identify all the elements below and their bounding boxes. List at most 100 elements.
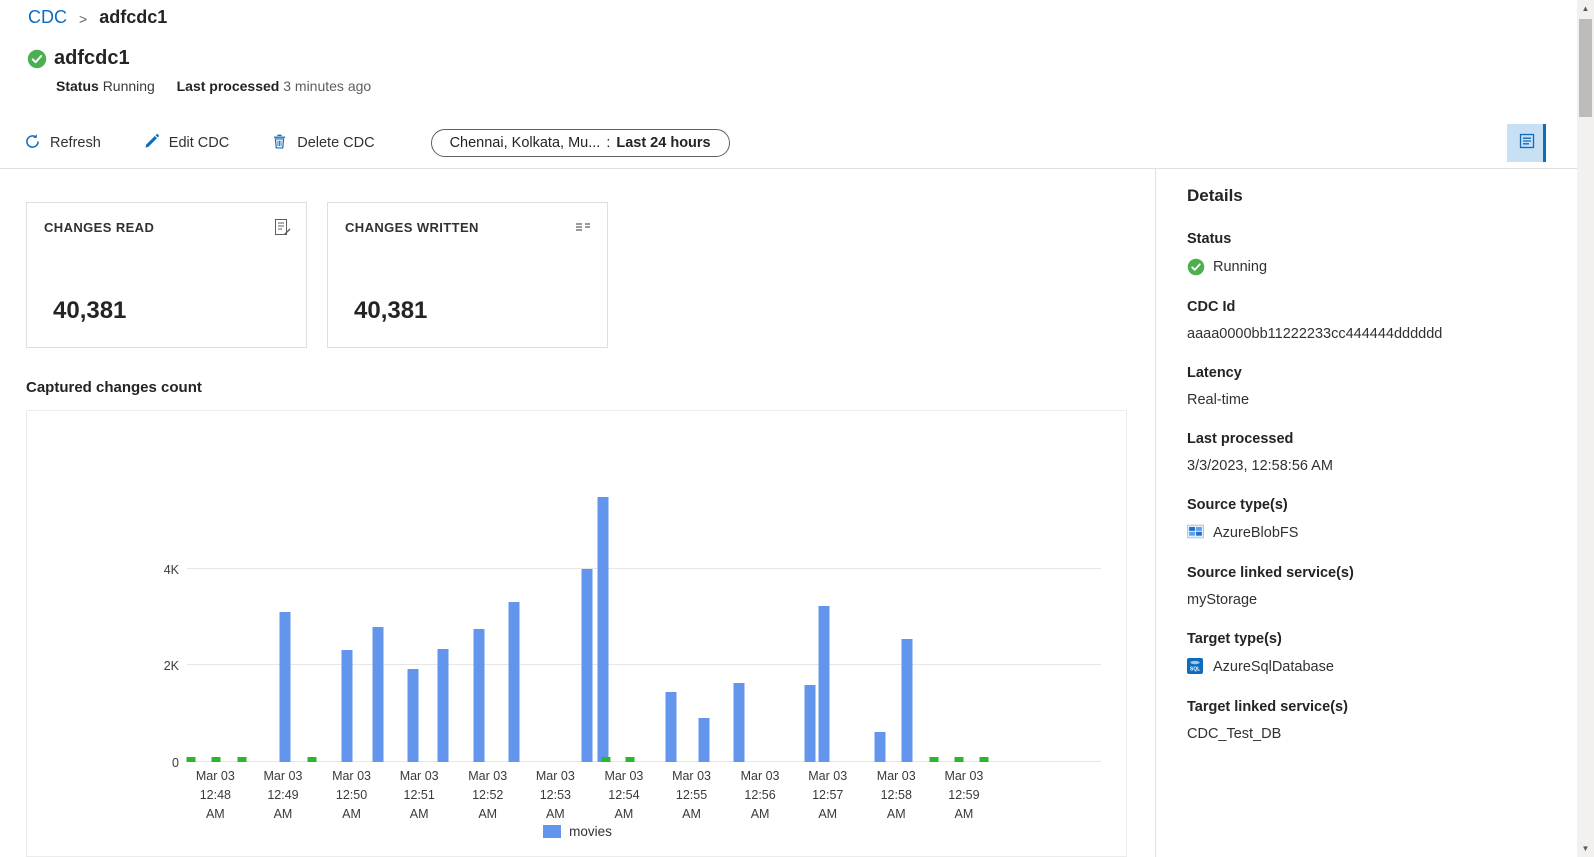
blob-storage-icon [1187,524,1205,542]
x-tick-label: Mar 03 12:48 AM [196,767,235,824]
breadcrumb-separator: > [79,11,87,27]
bar-movies [597,497,608,762]
bar-movies [819,606,830,762]
gridline [187,761,1101,762]
scrollbar-up-arrow[interactable]: ▲ [1577,0,1594,17]
list-icon [573,217,593,242]
detail-label: Latency [1187,365,1567,381]
scrollbar-down-arrow[interactable]: ▼ [1577,840,1594,857]
gridline [187,664,1101,665]
bar-movies [437,649,448,762]
report-icon [272,217,292,242]
cdc-monitor-page: CDC > adfcdc1 adfcdc1 Status Running Las… [0,0,1594,857]
y-tick-label: 2K [141,659,179,673]
detail-label: Last processed [1187,431,1567,447]
x-tick-label: Mar 03 12:55 AM [672,767,711,824]
detail-label: Source type(s) [1187,497,1567,513]
toolbar: Refresh Edit CDC Delete CDC Chennai, Kol… [0,118,1594,169]
detail-label: Target linked service(s) [1187,699,1567,715]
x-tick-label: Mar 03 12:58 AM [877,767,916,824]
header-status-line: Status Running Last processed 3 minutes … [56,78,371,94]
captured-changes-chart: 02K4K Mar 03 12:48 AMMar 03 12:49 AMMar … [26,410,1127,857]
baseline-marker [626,757,635,762]
status-value: Running [103,78,155,94]
last-processed-label: Last processed [177,78,280,94]
pencil-icon [143,133,160,154]
bar-movies [373,627,384,762]
baseline-marker [955,757,964,762]
trash-icon [271,133,288,154]
bar-movies [341,650,352,762]
card-title: CHANGES READ [44,220,154,235]
page-header: adfcdc1 [27,47,130,70]
filter-separator: : [606,135,610,151]
detail-value: CDC_Test_DB [1187,726,1567,742]
edit-cdc-label: Edit CDC [169,135,229,151]
filter-range-text: Last 24 hours [616,135,710,151]
status-label: Status [56,78,99,94]
last-processed-value: 3 minutes ago [283,78,371,94]
detail-field-target-linked-service: Target linked service(s) CDC_Test_DB [1187,699,1567,742]
bar-movies [279,612,290,762]
details-pane-toggle-button[interactable] [1507,124,1546,162]
detail-value: Real-time [1187,392,1567,408]
detail-value: Running [1213,259,1267,275]
detail-field-source-type: Source type(s) AzureBlobFS [1187,497,1567,542]
x-tick-label: Mar 03 12:59 AM [944,767,983,824]
edit-cdc-button[interactable]: Edit CDC [139,127,233,160]
breadcrumb-cdc-link[interactable]: CDC [28,7,67,28]
detail-value: myStorage [1187,592,1567,608]
card-title: CHANGES WRITTEN [345,220,479,235]
x-tick-label: Mar 03 12:57 AM [808,767,847,824]
baseline-marker [308,757,317,762]
baseline-marker [186,757,195,762]
x-tick-label: Mar 03 12:51 AM [400,767,439,824]
changes-read-card: CHANGES READ 40,381 [26,202,307,348]
detail-label: Target type(s) [1187,631,1567,647]
success-icon [27,49,47,69]
time-filter-pill[interactable]: Chennai, Kolkata, Mu... : Last 24 hours [431,129,730,157]
baseline-marker [237,757,246,762]
refresh-icon [24,133,41,154]
page-title: adfcdc1 [54,47,130,70]
chart-xaxis: Mar 03 12:48 AM Mar 03 12:49 AM Mar 03 12:… [27,767,1128,825]
detail-field-last-processed: Last processed 3/3/2023, 12:58:56 AM [1187,431,1567,474]
x-tick-label: Mar 03 12:50 AM [332,767,371,824]
bar-movies [805,685,816,762]
y-tick-label: 4K [141,563,179,577]
vertical-scrollbar[interactable]: ▲ ▼ [1577,0,1594,857]
breadcrumb-current: adfcdc1 [99,7,167,28]
bar-movies [407,669,418,762]
detail-field-latency: Latency Real-time [1187,365,1567,408]
baseline-marker [601,757,610,762]
delete-cdc-button[interactable]: Delete CDC [267,127,378,160]
details-panel: Details Status Running CDC Id aaaa0000bb… [1156,169,1577,857]
x-tick-label: Mar 03 12:52 AM [468,767,507,824]
chart-plot: 02K4K [187,453,1101,762]
svg-text:SQL: SQL [1190,667,1200,673]
x-tick-label: Mar 03 12:56 AM [741,767,780,824]
delete-cdc-label: Delete CDC [297,135,374,151]
detail-value: AzureSqlDatabase [1213,659,1334,675]
baseline-marker [929,757,938,762]
detail-field-cdc-id: CDC Id aaaa0000bb11222233cc444444dddddd [1187,299,1567,342]
success-icon [1187,258,1205,276]
scrollbar-thumb[interactable] [1579,19,1592,117]
detail-label: Status [1187,231,1567,247]
detail-value: AzureBlobFS [1213,525,1298,541]
detail-label: Source linked service(s) [1187,565,1567,581]
bar-movies [665,692,676,762]
changes-read-value: 40,381 [53,297,126,325]
chart-legend: movies [27,824,1128,839]
baseline-marker [212,757,221,762]
legend-label: movies [569,824,612,839]
x-tick-label: Mar 03 12:49 AM [264,767,303,824]
refresh-button[interactable]: Refresh [20,127,105,160]
detail-label: CDC Id [1187,299,1567,315]
bar-movies [734,683,745,762]
x-tick-label: Mar 03 12:54 AM [604,767,643,824]
refresh-label: Refresh [50,135,101,151]
chart-section-title: Captured changes count [26,379,202,396]
detail-field-source-linked-service: Source linked service(s) myStorage [1187,565,1567,608]
detail-field-status: Status Running [1187,231,1567,276]
